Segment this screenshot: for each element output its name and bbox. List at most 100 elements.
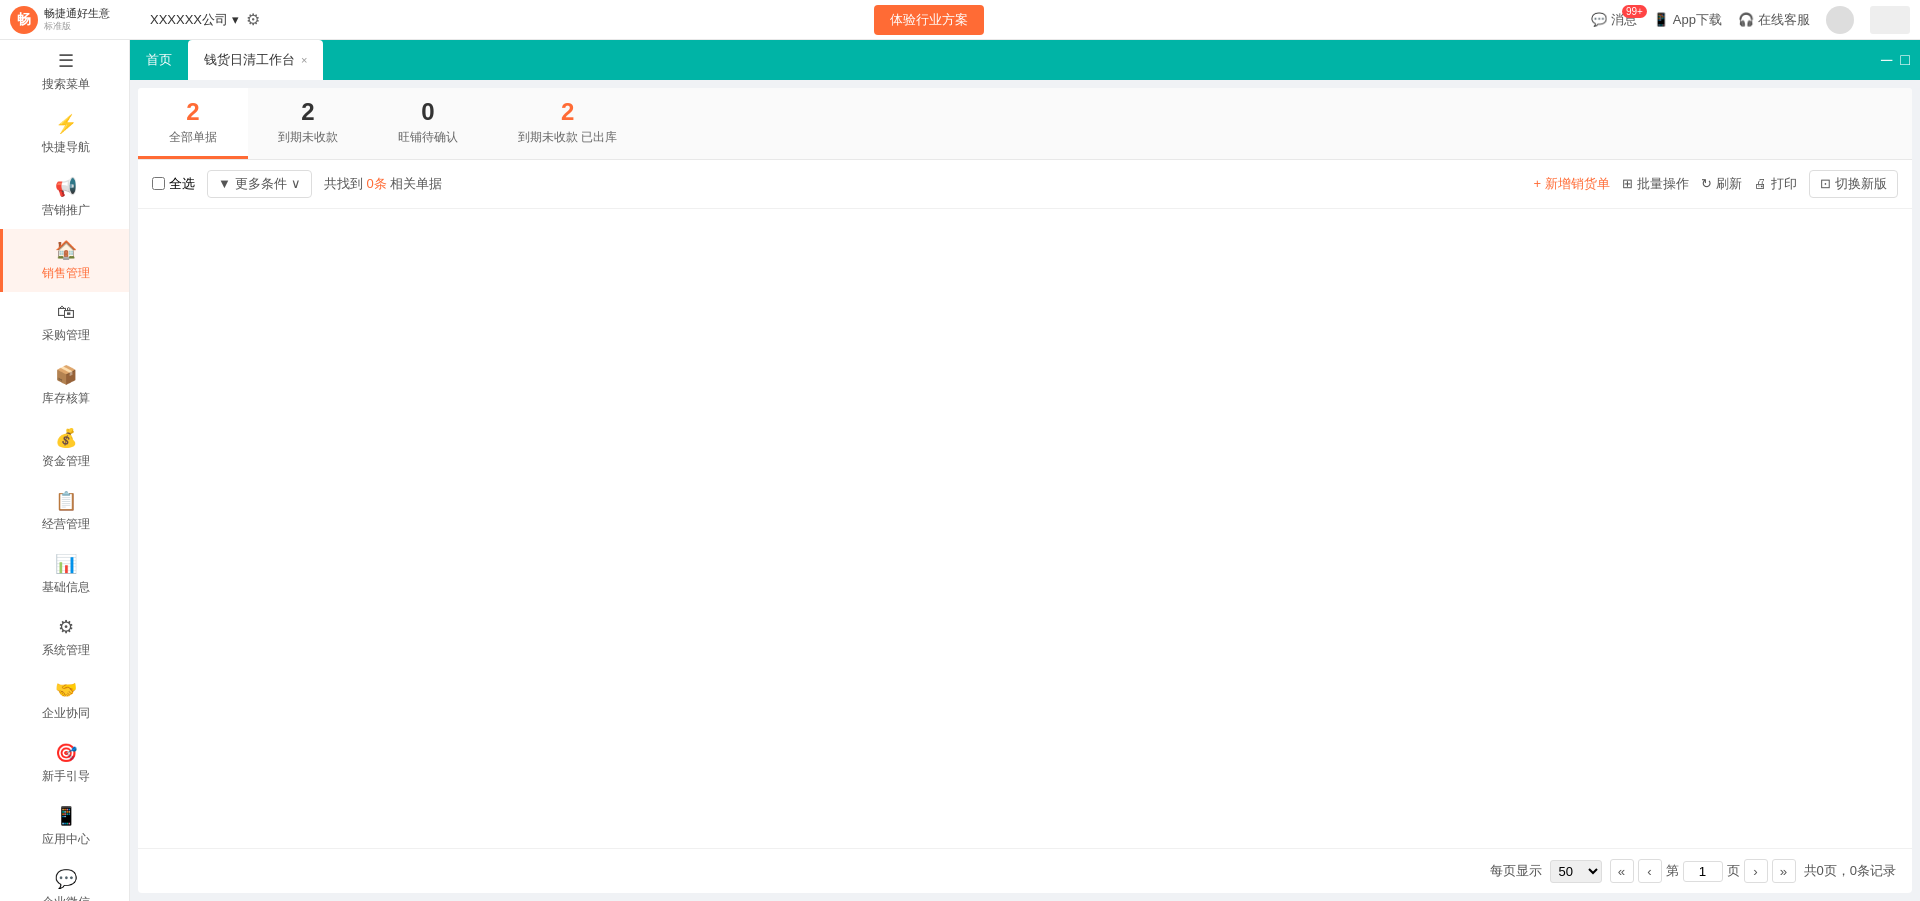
sidebar: ☰ 搜索菜单 ⚡ 快捷导航 📢 营销推广 🏠 销售管理 🛍 采购管理 📦 库存核… bbox=[0, 40, 130, 901]
sidebar-item-label-enterprise: 企业协同 bbox=[42, 705, 90, 722]
system-icon: ⚙ bbox=[58, 616, 74, 638]
refresh-button[interactable]: ↻ 刷新 bbox=[1701, 175, 1742, 193]
page-input[interactable] bbox=[1683, 861, 1723, 882]
filter-icon: ▼ bbox=[218, 176, 231, 191]
stat-label-pending-confirm: 旺铺待确认 bbox=[398, 129, 458, 146]
sidebar-item-sales[interactable]: 🏠 销售管理 bbox=[0, 229, 129, 292]
filter-button[interactable]: ▼ 更多条件 ∨ bbox=[207, 170, 312, 198]
sidebar-item-wechat[interactable]: 💬 企业微信 bbox=[0, 858, 129, 901]
message-badge: 99+ bbox=[1622, 5, 1647, 18]
sidebar-item-base-info[interactable]: 📊 基础信息 bbox=[0, 543, 129, 606]
sidebar-item-label-finance: 资金管理 bbox=[42, 453, 90, 470]
stat-num-overdue-payment: 2 bbox=[301, 98, 314, 127]
settings-button[interactable]: ⚙ bbox=[239, 6, 267, 34]
purchase-icon: 🛍 bbox=[57, 302, 75, 323]
marketing-icon: 📢 bbox=[55, 176, 77, 198]
main-content: 首页 钱货日清工作台 × ─ □ 2 全部单据 2 到期未收款 bbox=[130, 40, 1920, 901]
print-label: 打印 bbox=[1771, 175, 1797, 193]
sidebar-item-guide[interactable]: 🎯 新手引导 bbox=[0, 732, 129, 795]
logo-icon: 畅 bbox=[10, 6, 38, 34]
page-of: 页 bbox=[1727, 862, 1740, 880]
header-center: 体验行业方案 bbox=[267, 5, 1591, 35]
select-all-checkbox-container[interactable]: 全选 bbox=[152, 175, 195, 193]
app-download-button[interactable]: 📱 App下载 bbox=[1653, 11, 1722, 29]
sidebar-item-search-menu[interactable]: ☰ 搜索菜单 bbox=[0, 40, 129, 103]
add-label: 新增销货单 bbox=[1545, 175, 1610, 193]
last-page-button[interactable]: » bbox=[1772, 859, 1796, 883]
stat-tab-overdue-shipped[interactable]: 2 到期未收款 已出库 bbox=[488, 88, 647, 159]
next-page-button[interactable]: › bbox=[1744, 859, 1768, 883]
tab-maximize-button[interactable]: □ bbox=[1900, 51, 1910, 69]
tab-workbench[interactable]: 钱货日清工作台 × bbox=[188, 40, 323, 80]
tab-minimize-button[interactable]: ─ bbox=[1881, 51, 1892, 69]
prev-page-button[interactable]: ‹ bbox=[1638, 859, 1662, 883]
table-area bbox=[138, 209, 1912, 848]
stat-tab-pending-confirm[interactable]: 0 旺铺待确认 bbox=[368, 88, 488, 159]
sidebar-item-label-marketing: 营销推广 bbox=[42, 202, 90, 219]
pagination: 每页显示 10 20 50 100 « ‹ 第 页 › » 共0页，0条记录 bbox=[138, 848, 1912, 893]
wechat-icon: 💬 bbox=[55, 868, 77, 890]
sidebar-item-label-sales: 销售管理 bbox=[42, 265, 90, 282]
found-text: 共找到 0条 相关单据 bbox=[324, 175, 442, 193]
sidebar-item-apps[interactable]: 📱 应用中心 bbox=[0, 795, 129, 858]
sidebar-item-label-system: 系统管理 bbox=[42, 642, 90, 659]
company-selector[interactable]: XXXXXX公司 ▾ bbox=[150, 11, 239, 29]
stat-label-overdue-payment: 到期未收款 bbox=[278, 129, 338, 146]
header-right: 💬 消息 99+ 📱 App下载 🎧 在线客服 bbox=[1591, 6, 1910, 34]
sidebar-item-label-inventory: 库存核算 bbox=[42, 390, 90, 407]
sidebar-item-label-search-menu: 搜索菜单 bbox=[42, 76, 90, 93]
base-info-icon: 📊 bbox=[55, 553, 77, 575]
content-panel: 2 全部单据 2 到期未收款 0 旺铺待确认 2 到期未收款 已出库 bbox=[138, 88, 1912, 893]
sidebar-item-quick-nav[interactable]: ⚡ 快捷导航 bbox=[0, 103, 129, 166]
sidebar-item-finance[interactable]: 💰 资金管理 bbox=[0, 417, 129, 480]
tab-home[interactable]: 首页 bbox=[130, 40, 188, 80]
avatar[interactable] bbox=[1826, 6, 1854, 34]
company-name: XXXXXX公司 bbox=[150, 11, 228, 29]
sidebar-item-label-quick-nav: 快捷导航 bbox=[42, 139, 90, 156]
sidebar-item-label-base-info: 基础信息 bbox=[42, 579, 90, 596]
online-service-button[interactable]: 🎧 在线客服 bbox=[1738, 11, 1810, 29]
message-button[interactable]: 💬 消息 99+ bbox=[1591, 11, 1637, 29]
company-dropdown-icon: ▾ bbox=[232, 12, 239, 27]
found-prefix: 共找到 bbox=[324, 176, 363, 191]
found-count: 0条 bbox=[367, 176, 391, 191]
tab-home-label: 首页 bbox=[146, 51, 172, 69]
batch-operation-button[interactable]: ⊞ 批量操作 bbox=[1622, 175, 1689, 193]
page-label: 第 bbox=[1666, 862, 1679, 880]
sidebar-item-inventory[interactable]: 📦 库存核算 bbox=[0, 354, 129, 417]
user-name[interactable] bbox=[1870, 6, 1910, 34]
tab-close-icon[interactable]: × bbox=[301, 54, 307, 66]
toolbar-right: + 新增销货单 ⊞ 批量操作 ↻ 刷新 🖨 打印 bbox=[1533, 170, 1898, 198]
sidebar-item-marketing[interactable]: 📢 营销推广 bbox=[0, 166, 129, 229]
apps-icon: 📱 bbox=[55, 805, 77, 827]
stat-tab-all[interactable]: 2 全部单据 bbox=[138, 88, 248, 159]
stat-tab-overdue-payment[interactable]: 2 到期未收款 bbox=[248, 88, 368, 159]
refresh-icon: ↻ bbox=[1701, 176, 1712, 191]
stat-num-pending-confirm: 0 bbox=[421, 98, 434, 127]
first-page-button[interactable]: « bbox=[1610, 859, 1634, 883]
logo-badge: 标准版 bbox=[44, 20, 110, 33]
switch-version-button[interactable]: ⊡ 切换新版 bbox=[1809, 170, 1898, 198]
guide-icon: 🎯 bbox=[55, 742, 77, 764]
toolbar: 全选 ▼ 更多条件 ∨ 共找到 0条 相关单据 + 新增销货单 bbox=[138, 160, 1912, 209]
sidebar-item-purchase[interactable]: 🛍 采购管理 bbox=[0, 292, 129, 354]
sidebar-item-system[interactable]: ⚙ 系统管理 bbox=[0, 606, 129, 669]
settings-icon: ⚙ bbox=[246, 10, 260, 29]
tab-workbench-label: 钱货日清工作台 bbox=[204, 51, 295, 69]
sidebar-item-label-guide: 新手引导 bbox=[42, 768, 90, 785]
online-service-label: 在线客服 bbox=[1758, 11, 1810, 29]
page-size-select[interactable]: 10 20 50 100 bbox=[1550, 860, 1602, 883]
sales-icon: 🏠 bbox=[55, 239, 77, 261]
filter-label: 更多条件 bbox=[235, 175, 287, 193]
batch-icon: ⊞ bbox=[1622, 176, 1633, 191]
add-sales-button[interactable]: + 新增销货单 bbox=[1533, 175, 1610, 193]
sidebar-item-label-apps: 应用中心 bbox=[42, 831, 90, 848]
print-button[interactable]: 🖨 打印 bbox=[1754, 175, 1797, 193]
select-all-checkbox[interactable] bbox=[152, 177, 165, 190]
experience-button[interactable]: 体验行业方案 bbox=[874, 5, 984, 35]
found-suffix: 相关单据 bbox=[390, 176, 442, 191]
tab-bar: 首页 钱货日清工作台 × ─ □ bbox=[130, 40, 1920, 80]
sidebar-item-operations[interactable]: 📋 经营管理 bbox=[0, 480, 129, 543]
sidebar-item-enterprise[interactable]: 🤝 企业协同 bbox=[0, 669, 129, 732]
app-download-label: App下载 bbox=[1673, 11, 1722, 29]
